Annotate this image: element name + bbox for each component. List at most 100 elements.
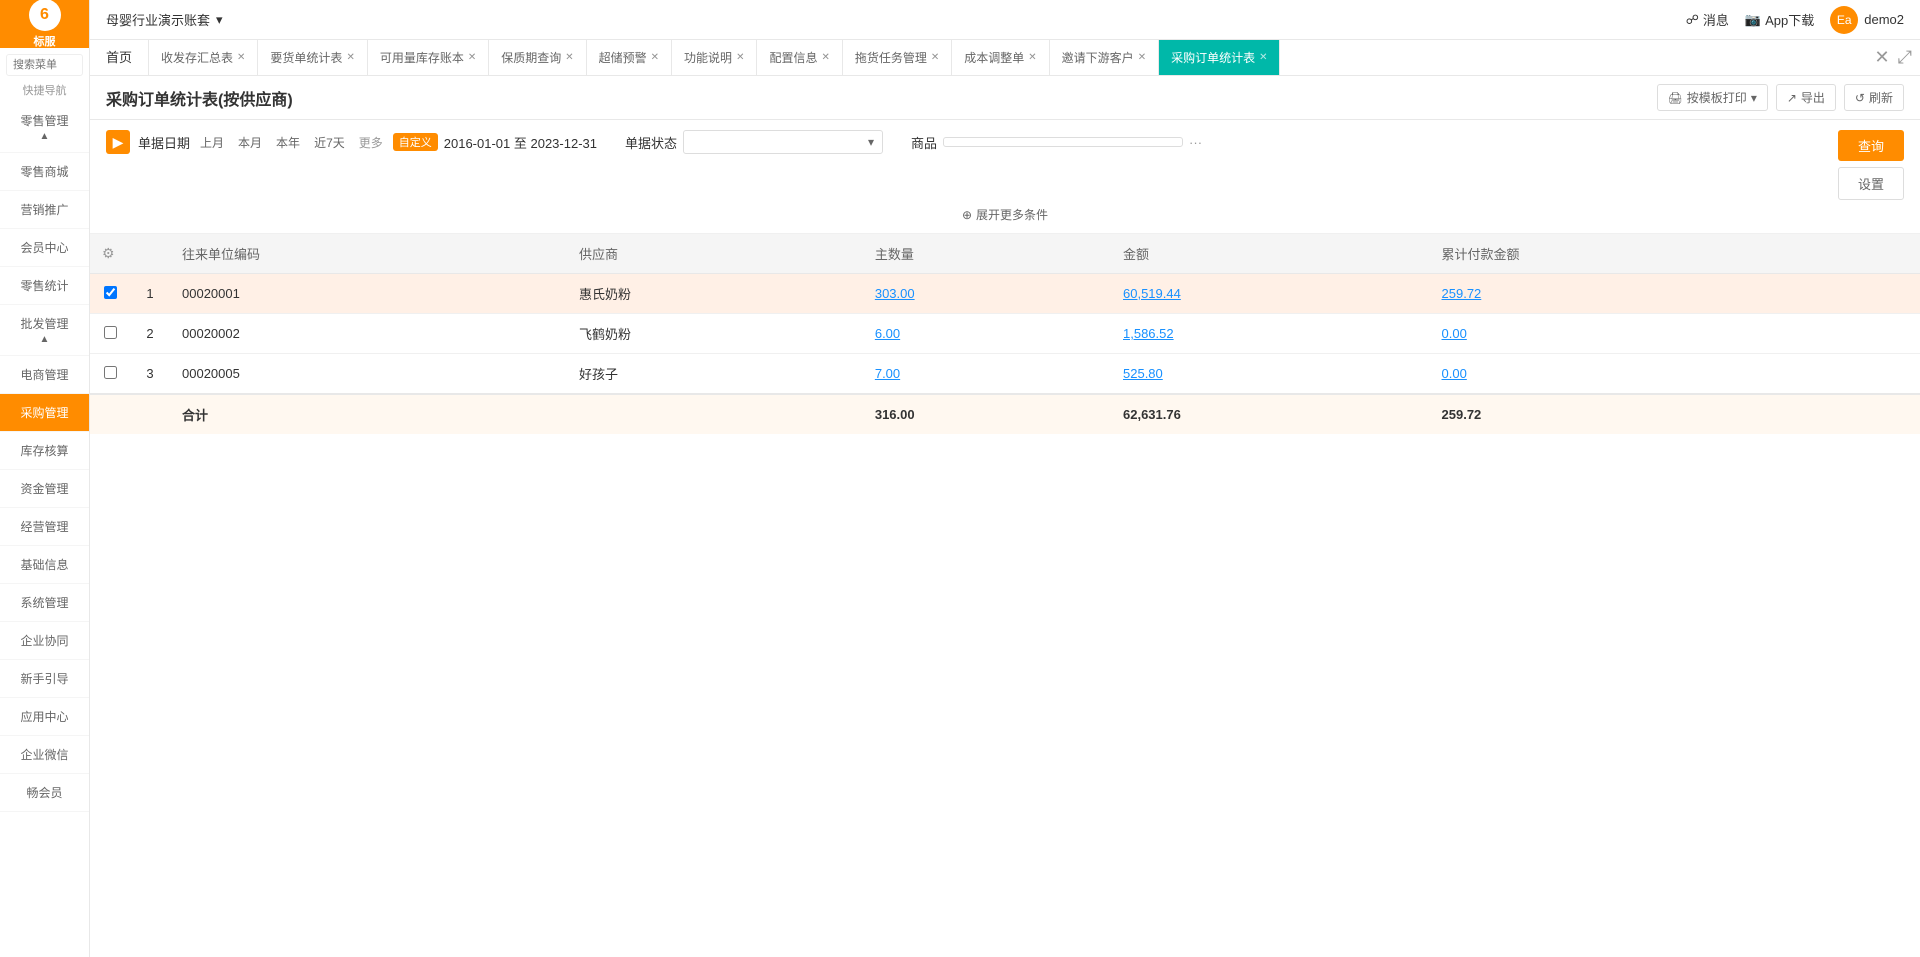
- tab-close-icon[interactable]: ✕: [931, 40, 939, 76]
- tab-close-icon[interactable]: ✕: [651, 40, 659, 76]
- expand-more-button[interactable]: ⊕ 展开更多条件: [962, 206, 1048, 223]
- tab-baobiaoqi[interactable]: 保质期查询 ✕: [489, 40, 586, 76]
- sidebar-item-label: 采购管理: [20, 404, 68, 421]
- shortcut-this-year[interactable]: 本年: [272, 132, 304, 153]
- checkbox-input[interactable]: [104, 326, 117, 339]
- app-download-btn[interactable]: 📷 App下载: [1745, 10, 1814, 29]
- sidebar-item-ecommerce[interactable]: 电商管理: [0, 356, 89, 394]
- tab-close-icon[interactable]: ✕: [237, 40, 245, 76]
- user-profile[interactable]: Ea demo2: [1830, 6, 1904, 34]
- shortcut-last-month[interactable]: 上月: [196, 132, 228, 153]
- sidebar-quick-nav[interactable]: 快捷导航: [0, 82, 89, 102]
- sidebar-item-basic[interactable]: 基础信息: [0, 546, 89, 584]
- tab-close-icon[interactable]: ✕: [565, 40, 573, 76]
- status-select[interactable]: ▾: [683, 130, 883, 154]
- export-button[interactable]: ↗ 导出: [1776, 84, 1836, 111]
- tab-caigoudingdan[interactable]: 采购订单统计表 ✕: [1159, 40, 1280, 76]
- setting-button[interactable]: 设置: [1838, 167, 1904, 200]
- tab-peizhixinxi[interactable]: 配置信息 ✕: [757, 40, 842, 76]
- checkbox-input[interactable]: [104, 366, 117, 379]
- company-selector[interactable]: 母婴行业演示账套 ▾: [106, 10, 223, 29]
- sidebar-item-retail-stats[interactable]: 零售统计: [0, 267, 89, 305]
- sidebar-item-member[interactable]: 畅会员: [0, 774, 89, 812]
- col-extra: [1827, 234, 1920, 274]
- tab-chaochuyujing[interactable]: 超储预警 ✕: [587, 40, 672, 76]
- tab-chengbentiaozheng[interactable]: 成本调整单 ✕: [952, 40, 1049, 76]
- sidebar-item-label: 系统管理: [20, 594, 68, 611]
- tab-close-icon[interactable]: ✕: [1028, 40, 1036, 76]
- tab-close-icon[interactable]: ✕: [1259, 40, 1267, 76]
- sidebar-item-corpwechat[interactable]: 企业微信: [0, 736, 89, 774]
- date-filter-group: 单据日期 上月 本月 本年 近7天 更多 自定义 2016-01-01 至 20…: [138, 132, 597, 153]
- tab-keyongliang[interactable]: 可用量库存账本 ✕: [368, 40, 489, 76]
- sidebar-search-area: [0, 48, 89, 82]
- goods-label: 商品: [911, 133, 937, 152]
- tab-label: 拖货任务管理: [855, 40, 927, 76]
- sidebar-item-label: 基础信息: [20, 556, 68, 573]
- tab-home[interactable]: 首页: [90, 40, 149, 76]
- row-code: 00020001: [170, 274, 567, 314]
- sidebar-item-marketing[interactable]: 营销推广: [0, 191, 89, 229]
- maximize-icon[interactable]: ⤢: [1898, 47, 1912, 68]
- row-amount[interactable]: 60,519.44: [1111, 274, 1430, 314]
- tab-yaoqingxiayou[interactable]: 邀请下游客户 ✕: [1050, 40, 1159, 76]
- sidebar-item-purchase[interactable]: 采购管理: [0, 394, 89, 432]
- tabs-right-actions: ✕ ⤢: [1867, 47, 1920, 68]
- print-template-button[interactable]: 🖨 按模板打印 ▾: [1657, 84, 1768, 111]
- tab-gongnengshuo[interactable]: 功能说明 ✕: [672, 40, 757, 76]
- sidebar-item-wholesale[interactable]: 批发管理 ▲: [0, 305, 89, 356]
- filter-toggle-btn[interactable]: ▶: [106, 130, 130, 154]
- row-amount[interactable]: 525.80: [1111, 354, 1430, 395]
- row-quantity[interactable]: 7.00: [863, 354, 1111, 395]
- shortcut-this-month[interactable]: 本月: [234, 132, 266, 153]
- tab-yaohuo[interactable]: 要货单统计表 ✕: [258, 40, 367, 76]
- sidebar-item-appcenter[interactable]: 应用中心: [0, 698, 89, 736]
- sidebar-item-retail[interactable]: 零售管理 ▲: [0, 102, 89, 153]
- row-extra: [1827, 274, 1920, 314]
- sidebar-search-input[interactable]: [6, 54, 83, 76]
- sidebar-item-newguide[interactable]: 新手引导: [0, 660, 89, 698]
- custom-date-tag[interactable]: 自定义: [393, 133, 438, 151]
- sidebar-item-inventory[interactable]: 库存核算: [0, 432, 89, 470]
- tab-close-icon[interactable]: ✕: [1138, 40, 1146, 76]
- checkbox-input[interactable]: [104, 286, 117, 299]
- sidebar-item-system[interactable]: 系统管理: [0, 584, 89, 622]
- sidebar-item-capital[interactable]: 资金管理: [0, 470, 89, 508]
- shortcut-more[interactable]: 更多: [355, 132, 387, 153]
- goods-select[interactable]: [943, 137, 1183, 147]
- tab-close-icon[interactable]: ✕: [468, 40, 476, 76]
- column-settings-icon[interactable]: ⚙: [102, 245, 115, 261]
- sidebar-item-label: 零售统计: [20, 277, 68, 294]
- row-amount[interactable]: 1,586.52: [1111, 314, 1430, 354]
- row-number: 1: [130, 274, 170, 314]
- row-checkbox[interactable]: [90, 274, 130, 314]
- query-button[interactable]: 查询: [1838, 130, 1904, 161]
- tab-close-icon[interactable]: ✕: [821, 40, 829, 76]
- sidebar-item-operations[interactable]: 经营管理: [0, 508, 89, 546]
- row-checkbox[interactable]: [90, 354, 130, 395]
- close-all-icon[interactable]: ✕: [1875, 47, 1890, 68]
- refresh-button[interactable]: ↺ 刷新: [1844, 84, 1904, 111]
- row-paid[interactable]: 0.00: [1430, 314, 1827, 354]
- tab-tuohuorenwu[interactable]: 拖货任务管理 ✕: [843, 40, 952, 76]
- shortcut-7days[interactable]: 近7天: [310, 132, 349, 153]
- topbar: 母婴行业演示账套 ▾ ☍ 消息 📷 App下载 Ea demo2: [90, 0, 1920, 40]
- message-btn[interactable]: ☍ 消息: [1686, 10, 1729, 29]
- app-download-label: App下载: [1765, 10, 1814, 29]
- row-checkbox[interactable]: [90, 314, 130, 354]
- sidebar-item-members[interactable]: 会员中心: [0, 229, 89, 267]
- tab-close-icon[interactable]: ✕: [346, 40, 354, 76]
- sidebar-item-retail-mall[interactable]: 零售商城: [0, 153, 89, 191]
- row-quantity[interactable]: 303.00: [863, 274, 1111, 314]
- row-supplier: 好孩子: [567, 354, 863, 395]
- row-paid[interactable]: 0.00: [1430, 354, 1827, 395]
- row-paid[interactable]: 259.72: [1430, 274, 1827, 314]
- tab-label: 成本调整单: [964, 40, 1024, 76]
- tab-home-label: 首页: [106, 40, 132, 76]
- row-quantity[interactable]: 6.00: [863, 314, 1111, 354]
- goods-more-btn[interactable]: ···: [1189, 135, 1202, 150]
- tab-close-icon[interactable]: ✕: [736, 40, 744, 76]
- goods-filter-group: 商品 ···: [911, 133, 1202, 152]
- tab-shoufayi[interactable]: 收发存汇总表 ✕: [149, 40, 258, 76]
- sidebar-item-enterprise[interactable]: 企业协同: [0, 622, 89, 660]
